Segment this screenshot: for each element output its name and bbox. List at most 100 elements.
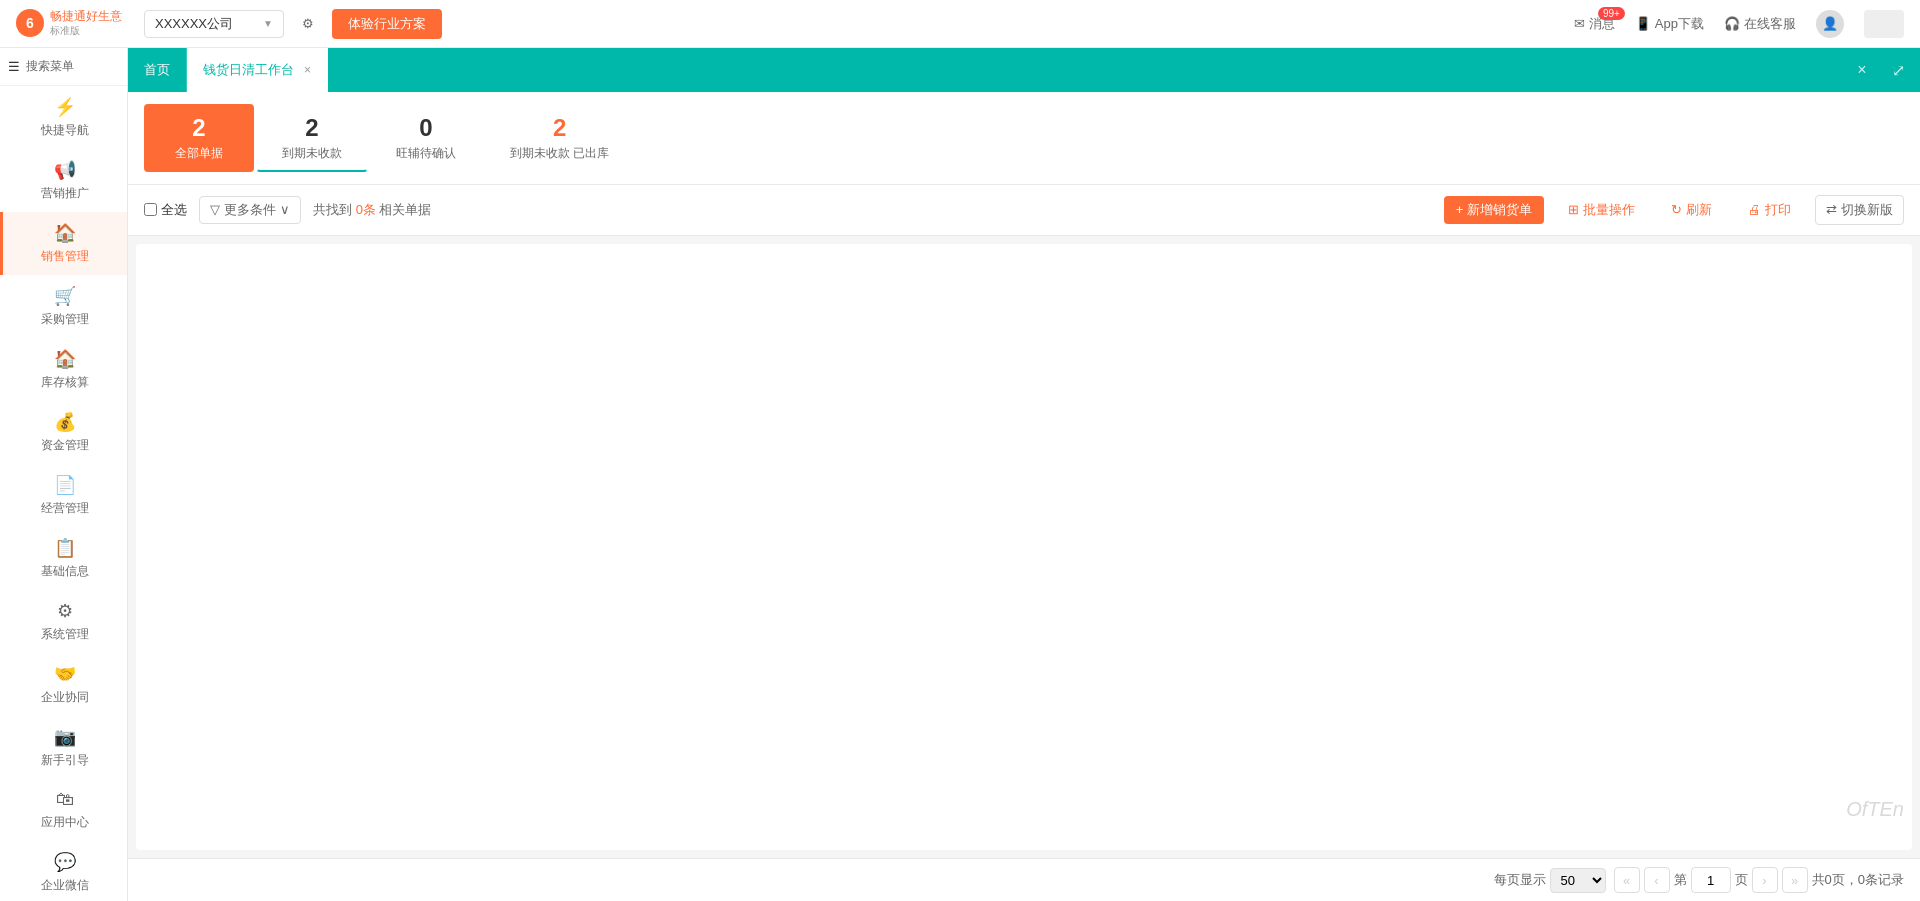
tab-close-icon[interactable]: × (304, 63, 311, 77)
sidebar-label-7: 基础信息 (41, 563, 89, 580)
select-all-checkbox[interactable]: 全选 (144, 201, 187, 219)
sidebar-item-enterprise[interactable]: 🤝 企业协同 (0, 653, 127, 716)
tab-home[interactable]: 首页 (128, 48, 187, 92)
sidebar-label-1: 营销推广 (41, 185, 89, 202)
stat-label-shipped: 到期未收款 已出库 (510, 145, 609, 162)
sidebar-label-11: 应用中心 (41, 814, 89, 831)
filter-button[interactable]: ▽ 更多条件 ∨ (199, 196, 301, 224)
content-area: 2 全部单据 2 到期未收款 0 旺辅待确认 2 到期未收款 已出库 (128, 92, 1920, 901)
stat-card-pending[interactable]: 0 旺辅待确认 (370, 104, 482, 172)
message-badge: 99+ (1598, 7, 1625, 20)
avatar[interactable]: 👤 (1816, 10, 1844, 38)
stat-num-pending: 0 (419, 114, 432, 143)
tab-home-label: 首页 (144, 61, 170, 79)
sidebar-label-5: 资金管理 (41, 437, 89, 454)
last-page-button[interactable]: » (1782, 867, 1808, 893)
per-page-label: 每页显示 (1494, 871, 1546, 889)
sidebar-item-wechat[interactable]: 💬 企业微信 (0, 841, 127, 901)
switch-version-button[interactable]: ⇄ 切换新版 (1815, 195, 1904, 225)
batch-operation-button[interactable]: ⊞ 批量操作 (1556, 196, 1647, 224)
add-sales-order-button[interactable]: + 新增销货单 (1444, 196, 1544, 224)
stat-label-all: 全部单据 (175, 145, 223, 162)
sidebar-item-marketing[interactable]: 📢 营销推广 (0, 149, 127, 212)
avatar-extra[interactable] (1864, 10, 1904, 38)
batch-label: 批量操作 (1583, 201, 1635, 219)
sidebar-item-operations[interactable]: 📄 经营管理 (0, 464, 127, 527)
result-text: 共找到 0条 相关单据 (313, 201, 431, 219)
tab-work-bench[interactable]: 钱货日清工作台 × (187, 48, 328, 92)
sidebar-item-purchase[interactable]: 🛒 采购管理 (0, 275, 127, 338)
app-download-label: App下载 (1655, 15, 1704, 33)
per-page-select[interactable]: 50 10 20 100 (1550, 868, 1606, 893)
inventory-icon: 🏠 (54, 348, 76, 370)
sidebar-item-sales[interactable]: 🏠 销售管理 (0, 212, 127, 275)
stats-row: 2 全部单据 2 到期未收款 0 旺辅待确认 2 到期未收款 已出库 (128, 92, 1920, 185)
sidebar-item-basic-info[interactable]: 📋 基础信息 (0, 527, 127, 590)
sidebar-label-3: 采购管理 (41, 311, 89, 328)
system-icon: ⚙ (57, 600, 73, 622)
search-menu-label: 搜索菜单 (26, 58, 74, 75)
sidebar-item-inventory[interactable]: 🏠 库存核算 (0, 338, 127, 401)
sidebar-item-finance[interactable]: 💰 资金管理 (0, 401, 127, 464)
top-bar: 6 畅捷通好生意 标准版 XXXXXX公司 ▼ ⚙ 体验行业方案 ✉ 消息 99… (0, 0, 1920, 48)
logo-area: 6 畅捷通好生意 标准版 (16, 9, 144, 37)
result-suffix: 相关单据 (379, 202, 431, 217)
main-content: 首页 钱货日清工作台 × × ⤢ 2 全部单据 2 到期未收款 (128, 48, 1920, 901)
table-area (136, 244, 1912, 850)
message-button[interactable]: ✉ 消息 99+ (1574, 15, 1615, 33)
page-number-input[interactable] (1691, 867, 1731, 893)
select-all-input[interactable] (144, 203, 157, 216)
refresh-button[interactable]: ↻ 刷新 (1659, 196, 1724, 224)
stat-card-shipped[interactable]: 2 到期未收款 已出库 (484, 104, 635, 172)
next-page-button[interactable]: › (1752, 867, 1778, 893)
sidebar-item-app-center[interactable]: 🛍 应用中心 (0, 779, 127, 841)
sidebar-label-8: 系统管理 (41, 626, 89, 643)
filter-chevron-icon: ∨ (280, 202, 290, 217)
company-name: XXXXXX公司 (155, 15, 259, 33)
tab-minimize-button[interactable]: × (1848, 56, 1876, 84)
search-icon: ☰ (8, 59, 20, 74)
logo-sub: 标准版 (50, 24, 122, 38)
sidebar-item-quick-nav[interactable]: ⚡ 快捷导航 (0, 86, 127, 149)
stat-card-all[interactable]: 2 全部单据 (144, 104, 254, 172)
app-download-button[interactable]: 📱 App下载 (1635, 15, 1704, 33)
tab-bar: 首页 钱货日清工作台 × × ⤢ (128, 48, 1920, 92)
settings-button[interactable]: ⚙ (292, 8, 324, 40)
print-icon: 🖨 (1748, 202, 1761, 217)
filter-label: 更多条件 (224, 201, 276, 219)
stat-card-overdue[interactable]: 2 到期未收款 (256, 104, 368, 172)
prev-page-button[interactable]: ‹ (1644, 867, 1670, 893)
result-count: 0条 (356, 202, 376, 217)
refresh-label: 刷新 (1686, 201, 1712, 219)
sidebar-label-4: 库存核算 (41, 374, 89, 391)
sidebar-label-10: 新手引导 (41, 752, 89, 769)
online-service-button[interactable]: 🎧 在线客服 (1724, 15, 1796, 33)
operations-icon: 📄 (54, 474, 76, 496)
refresh-icon: ↻ (1671, 202, 1682, 217)
trial-btn[interactable]: 体验行业方案 (332, 9, 442, 39)
app-center-icon: 🛍 (56, 789, 74, 810)
sidebar: ☰ 搜索菜单 ⚡ 快捷导航 📢 营销推广 🏠 销售管理 🛒 采购管理 🏠 库存核… (0, 48, 128, 901)
pagination-bar: 每页显示 50 10 20 100 « ‹ 第 页 › » 共 (128, 858, 1920, 901)
result-prefix: 共找到 (313, 202, 352, 217)
message-icon: ✉ (1574, 16, 1585, 31)
tab-actions: × ⤢ (1848, 56, 1920, 84)
first-page-button[interactable]: « (1614, 867, 1640, 893)
chevron-down-icon: ▼ (263, 18, 273, 29)
print-button[interactable]: 🖨 打印 (1736, 196, 1803, 224)
logo-icon: 6 (16, 9, 44, 37)
stat-num-shipped: 2 (553, 114, 566, 143)
tab-expand-button[interactable]: ⤢ (1884, 56, 1912, 84)
stat-label-pending: 旺辅待确认 (396, 145, 456, 162)
company-selector[interactable]: XXXXXX公司 ▼ (144, 10, 284, 38)
wechat-icon: 💬 (54, 851, 76, 873)
stat-label-overdue: 到期未收款 (282, 145, 342, 162)
sidebar-item-system[interactable]: ⚙ 系统管理 (0, 590, 127, 653)
sidebar-item-guide[interactable]: 📷 新手引导 (0, 716, 127, 779)
search-menu-item[interactable]: ☰ 搜索菜单 (0, 48, 127, 86)
sales-icon: 🏠 (54, 222, 76, 244)
app-download-icon: 📱 (1635, 16, 1651, 31)
filter-icon: ▽ (210, 202, 220, 217)
marketing-icon: 📢 (54, 159, 76, 181)
per-page-selector: 每页显示 50 10 20 100 (1494, 868, 1606, 893)
